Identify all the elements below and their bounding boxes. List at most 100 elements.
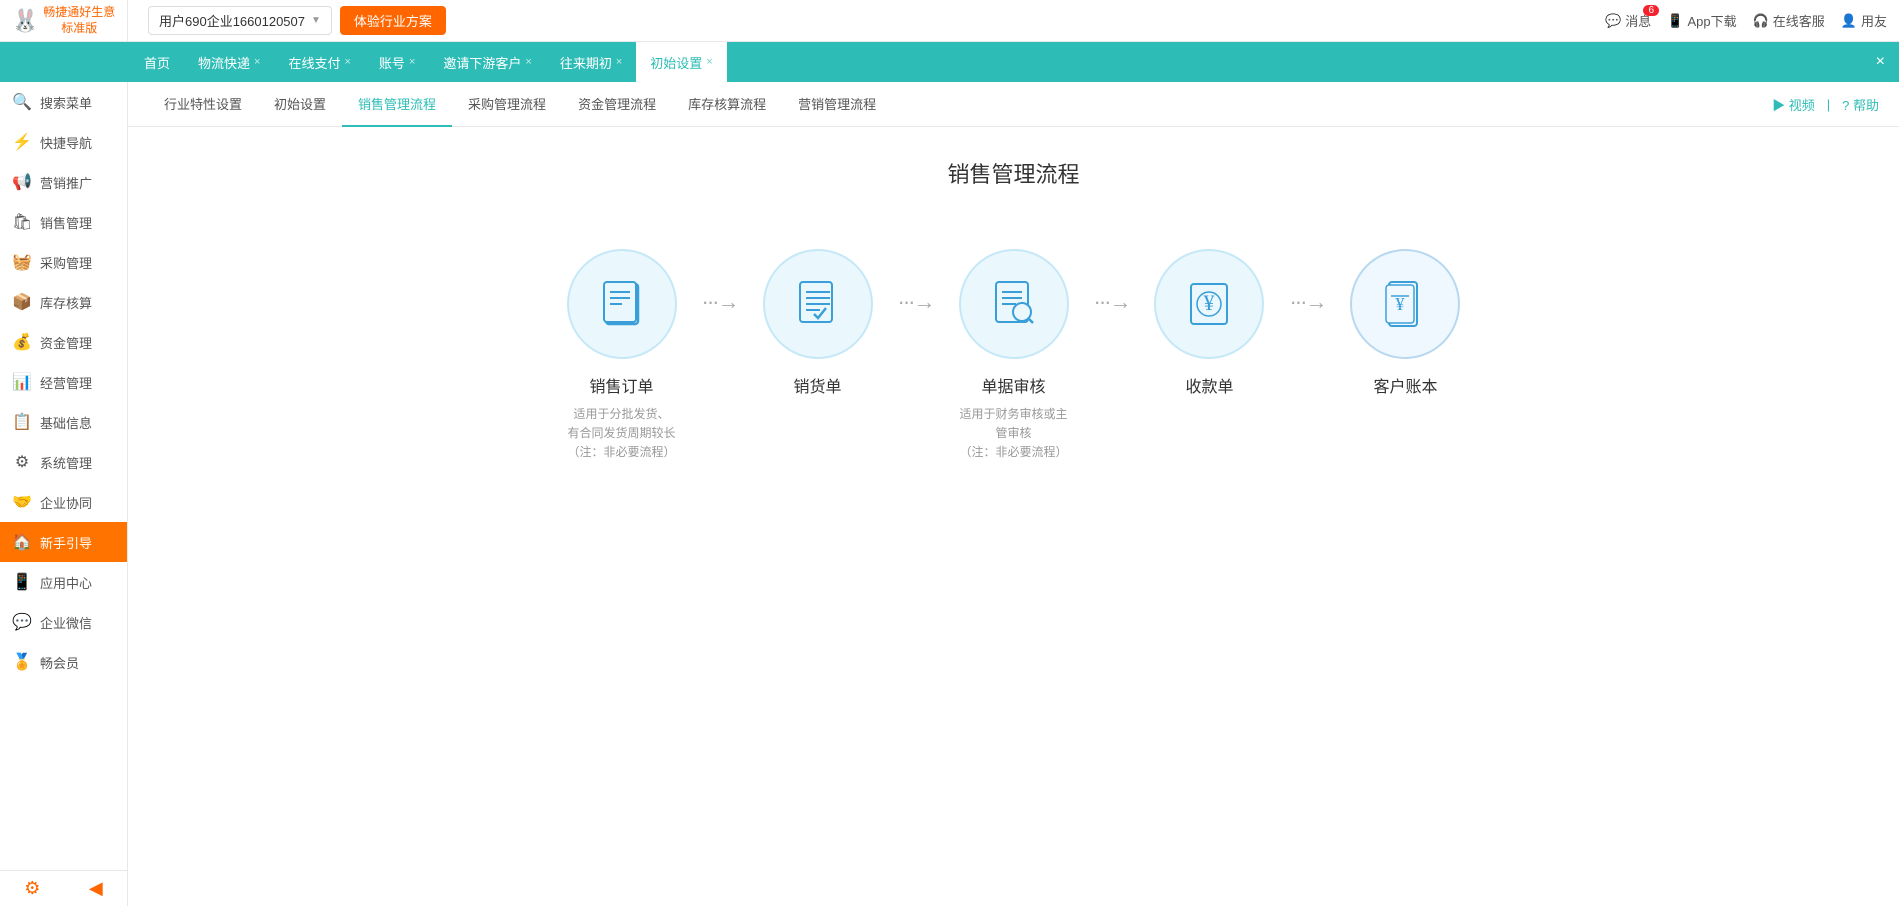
sub-tab-marketing-flow[interactable]: 营销管理流程 — [782, 82, 892, 127]
app-download-label: App下载 — [1687, 11, 1736, 30]
tab-logistics[interactable]: 物流快递 × — [184, 42, 274, 82]
clipboard-icon: 📋 — [12, 412, 32, 432]
sidebar-bottom: ⚙ ◀ — [0, 870, 128, 906]
arrow-3: ···→ — [1094, 249, 1130, 315]
logo-icon: 🐰 — [12, 8, 39, 34]
arrow-2: ···→ — [898, 249, 934, 315]
sidebar-item-sales[interactable]: 🛍 销售管理 — [0, 202, 127, 242]
sub-tab-finance-flow[interactable]: 资金管理流程 — [562, 82, 672, 127]
sidebar-item-label: 采购管理 — [40, 253, 92, 272]
app-download-icon-item[interactable]: 📱 App下载 — [1667, 11, 1736, 30]
user-icon-item[interactable]: 👤 用友 — [1841, 11, 1887, 30]
medal-icon: 🏅 — [12, 652, 32, 672]
flow-circle-doc-review[interactable] — [959, 249, 1069, 359]
close-icon[interactable]: × — [706, 56, 712, 68]
online-service-icon-item[interactable]: 🎧 在线客服 — [1753, 11, 1825, 30]
sidebar-item-new-guide[interactable]: 🏠 新手引导 — [0, 522, 127, 562]
logo-text: 畅捷通好生意 标准版 — [43, 5, 115, 36]
online-service-label: 在线客服 — [1773, 11, 1825, 30]
flow-circle-sales-invoice[interactable] — [763, 249, 873, 359]
flash-icon: ⚡ — [12, 132, 32, 152]
sidebar-item-search[interactable]: 🔍 搜索菜单 — [0, 82, 127, 122]
close-icon[interactable]: × — [344, 56, 350, 68]
flow-circle-receipt[interactable]: ¥ — [1154, 249, 1264, 359]
collapse-button[interactable]: ◀ — [89, 878, 103, 899]
sidebar-item-finance[interactable]: 💰 资金管理 — [0, 322, 127, 362]
tab-home[interactable]: 首页 — [130, 42, 184, 82]
separator: | — [1827, 97, 1830, 112]
settings-button[interactable]: ⚙ — [24, 878, 40, 899]
main-content: 行业特性设置 初始设置 销售管理流程 采购管理流程 资金管理流程 库存核算流程 … — [128, 82, 1899, 906]
arrow-4: ···→ — [1289, 249, 1325, 315]
sub-tab-purchase-flow[interactable]: 采购管理流程 — [452, 82, 562, 127]
sidebar: 🔍 搜索菜单 ⚡ 快捷导航 📢 营销推广 🛍 销售管理 🧺 采购管理 📦 库存核… — [0, 82, 128, 906]
close-icon[interactable]: × — [254, 56, 260, 68]
money-icon: 💰 — [12, 332, 32, 352]
tab-invite-downstream[interactable]: 邀请下游客户 × — [429, 42, 545, 82]
tab-initial-setup[interactable]: 初始设置 × — [636, 42, 726, 82]
sidebar-item-marketing[interactable]: 📢 营销推广 — [0, 162, 127, 202]
gear-icon: ⚙ — [12, 452, 32, 472]
sub-tabs: 行业特性设置 初始设置 销售管理流程 采购管理流程 资金管理流程 库存核算流程 … — [128, 82, 1899, 127]
sidebar-item-enterprise-wechat[interactable]: 💬 企业微信 — [0, 602, 127, 642]
top-header: 用户690企业1660120507 ▼ 体验行业方案 💬 消息 6 📱 App下… — [0, 0, 1899, 42]
sub-tabs-right: ▶ 视频 | ? 帮助 — [1772, 95, 1879, 114]
sidebar-item-label: 系统管理 — [40, 453, 92, 472]
message-icon-item[interactable]: 💬 消息 6 — [1605, 11, 1651, 30]
sidebar-item-operations[interactable]: 📊 经营管理 — [0, 362, 127, 402]
sidebar-item-purchase[interactable]: 🧺 采购管理 — [0, 242, 127, 282]
handshake-icon: 🤝 — [12, 492, 32, 512]
flow-circle-customer-ledger[interactable]: ¥ — [1350, 249, 1460, 359]
user-selector[interactable]: 用户690企业1660120507 ▼ — [148, 6, 332, 35]
sub-tab-initial[interactable]: 初始设置 — [258, 82, 342, 127]
play-icon: ▶ — [1772, 98, 1785, 113]
step-desc-doc-review: 适用于财务审核或主管审核（注：非必要流程） — [959, 405, 1067, 463]
mobile-icon: 📱 — [12, 572, 32, 592]
sidebar-item-app-center[interactable]: 📱 应用中心 — [0, 562, 127, 602]
sidebar-item-vip[interactable]: 🏅 畅会员 — [0, 642, 127, 682]
user-selector-text: 用户690企业1660120507 — [159, 11, 305, 30]
sub-tab-sales-flow[interactable]: 销售管理流程 — [342, 82, 452, 127]
sidebar-item-label: 快捷导航 — [40, 133, 92, 152]
chart-icon: 📊 — [12, 372, 32, 392]
sidebar-item-enterprise-coop[interactable]: 🤝 企业协同 — [0, 482, 127, 522]
home-icon: 🏠 — [12, 532, 32, 552]
flow-step-receipt: ¥ 收款单 — [1129, 249, 1289, 405]
flow-step-doc-review: 单据审核 适用于财务审核或主管审核（注：非必要流程） — [934, 249, 1094, 463]
sidebar-item-system[interactable]: ⚙ 系统管理 — [0, 442, 127, 482]
shopping-icon: 🛍 — [12, 212, 32, 232]
tab-online-payment[interactable]: 在线支付 × — [274, 42, 364, 82]
sub-tab-industry[interactable]: 行业特性设置 — [148, 82, 258, 127]
close-icon[interactable]: × — [525, 56, 531, 68]
tab-receivables-initial[interactable]: 往来期初 × — [546, 42, 636, 82]
chevron-down-icon: ▼ — [311, 15, 321, 26]
close-icon[interactable]: × — [616, 56, 622, 68]
sidebar-item-label: 库存核算 — [40, 293, 92, 312]
tab-account[interactable]: 账号 × — [365, 42, 429, 82]
step-title-customer-ledger: 客户账本 — [1373, 373, 1437, 397]
sidebar-item-label: 经营管理 — [40, 373, 92, 392]
sidebar-item-label: 新手引导 — [40, 533, 92, 552]
close-icon[interactable]: × — [409, 56, 415, 68]
trial-button[interactable]: 体验行业方案 — [340, 6, 446, 35]
help-link[interactable]: ? 帮助 — [1842, 95, 1879, 114]
logo: 🐰 畅捷通好生意 标准版 — [0, 0, 128, 42]
sidebar-item-label: 搜索菜单 — [40, 93, 92, 112]
step-title-sales-order: 销售订单 — [590, 373, 654, 397]
sidebar-item-inventory[interactable]: 📦 库存核算 — [0, 282, 127, 322]
sidebar-item-quick-nav[interactable]: ⚡ 快捷导航 — [0, 122, 127, 162]
sidebar-item-label: 基础信息 — [40, 413, 92, 432]
flow-step-sales-order: 销售订单 适用于分批发货、有合同发货周期较长（注：非必要流程） — [542, 249, 702, 463]
nav-close-all-button[interactable]: × — [1862, 53, 1899, 71]
box-icon: 📦 — [12, 292, 32, 312]
sub-tab-inventory-flow[interactable]: 库存核算流程 — [672, 82, 782, 127]
video-link[interactable]: ▶ 视频 — [1772, 95, 1815, 114]
search-icon: 🔍 — [12, 92, 32, 112]
sidebar-item-label: 应用中心 — [40, 573, 92, 592]
help-icon: ? — [1842, 98, 1849, 113]
message-badge: 6 — [1643, 5, 1659, 16]
basket-icon: 🧺 — [12, 252, 32, 272]
sidebar-item-basic-info[interactable]: 📋 基础信息 — [0, 402, 127, 442]
flow-circle-sales-order[interactable] — [567, 249, 677, 359]
message-icon: 💬 — [1605, 13, 1621, 29]
